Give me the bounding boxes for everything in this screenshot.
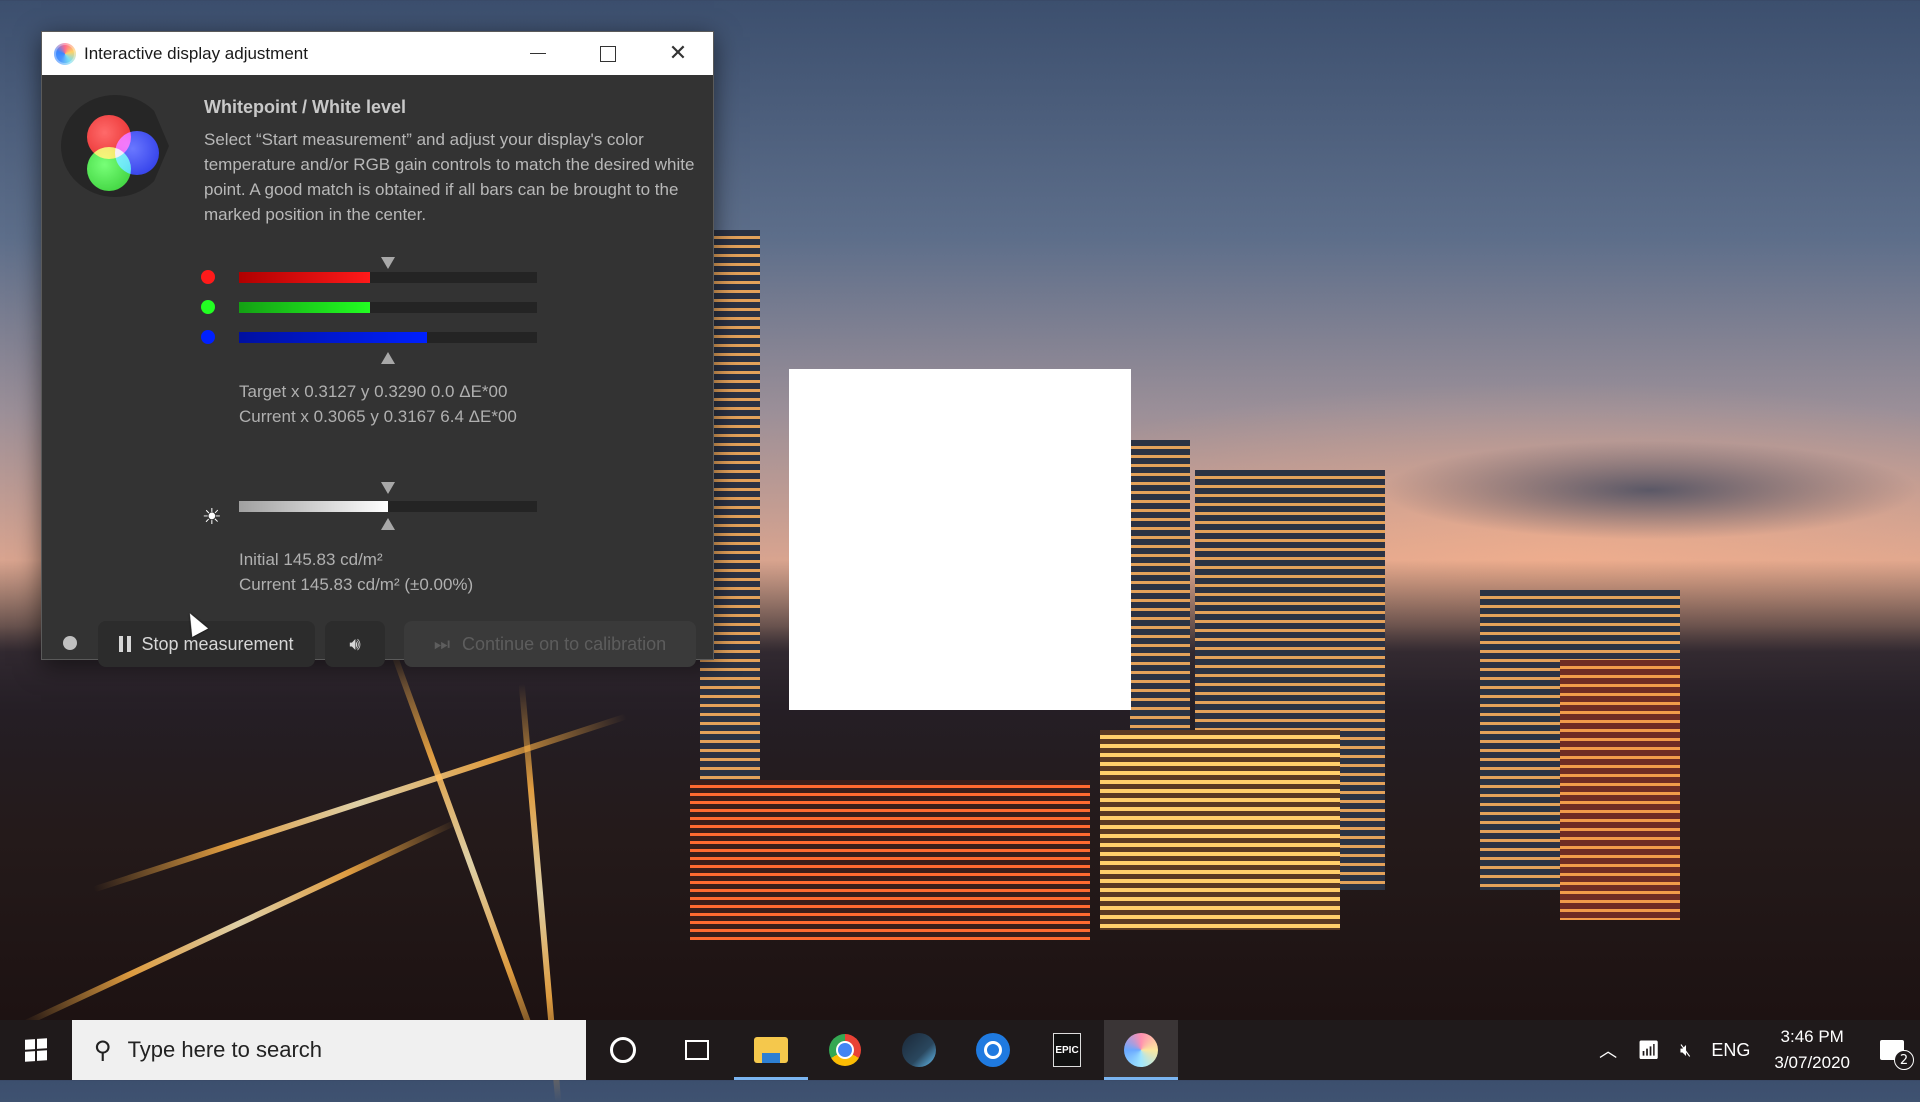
- file-explorer-icon: [754, 1037, 788, 1063]
- epic-games-icon: EPIC: [1053, 1033, 1081, 1067]
- brightness-icon: ☀: [202, 505, 222, 530]
- measurement-white-patch: [789, 369, 1131, 710]
- luminance-target-marker-bottom: [381, 518, 395, 530]
- clock-date: 3/07/2020: [1774, 1053, 1850, 1072]
- search-placeholder: Type here to search: [127, 1037, 323, 1062]
- minimize-button[interactable]: [503, 32, 573, 75]
- luminance-bar: [239, 501, 537, 512]
- uplay-icon: [976, 1033, 1010, 1067]
- maximize-button[interactable]: [573, 32, 643, 75]
- rgb-target-marker-top: [381, 257, 395, 269]
- search-icon: ⚲: [94, 1036, 112, 1064]
- clock[interactable]: 3:46 PM 3/07/2020: [1760, 1024, 1864, 1076]
- action-center-button[interactable]: 2: [1864, 1020, 1920, 1080]
- luminance-bar-fill: [239, 501, 388, 512]
- task-view-icon: [685, 1040, 709, 1060]
- wallpaper-cloud: [1380, 440, 1920, 540]
- green-channel-bar: [239, 302, 537, 313]
- wallpaper-building: [1100, 730, 1340, 930]
- current-luminance: Current 145.83 cd/m² (±0.00%): [239, 575, 474, 594]
- wifi-icon[interactable]: 📶︎: [1627, 1040, 1670, 1061]
- red-bar-fill: [239, 272, 371, 283]
- taskbar-epic-games[interactable]: EPIC: [1030, 1020, 1104, 1080]
- target-chromaticity: Target x 0.3127 y 0.3290 0.0 ΔE*00: [239, 382, 508, 401]
- current-chromaticity: Current x 0.3065 y 0.3167 6.4 ΔE*00: [239, 407, 517, 426]
- action-bar: Stop measurement 🔊︎ ⏭︎ Continue on to ca…: [42, 613, 713, 673]
- close-button[interactable]: ✕: [643, 32, 713, 75]
- continue-to-calibration-button[interactable]: ⏭︎ Continue on to calibration: [404, 621, 696, 667]
- chrome-icon: [829, 1034, 861, 1066]
- rgb-target-marker-bottom: [381, 352, 395, 364]
- clock-time: 3:46 PM: [1780, 1027, 1844, 1046]
- cortana-button[interactable]: [586, 1020, 660, 1080]
- luminance-target-marker-top: [381, 482, 395, 494]
- instructions-text: Select “Start measurement” and adjust yo…: [204, 130, 695, 224]
- taskbar-search-box[interactable]: ⚲ Type here to search: [72, 1020, 586, 1080]
- green-bar-fill: [239, 302, 371, 313]
- title-bar[interactable]: Interactive display adjustment ✕: [42, 32, 713, 75]
- taskbar-file-explorer[interactable]: [734, 1020, 808, 1080]
- wallpaper-building: [690, 780, 1090, 940]
- taskbar: ⚲ Type here to search EPIC ︿ 📶︎ 🔇︎ ENG 3…: [0, 1020, 1920, 1080]
- windows-logo-icon: [25, 1038, 47, 1062]
- sound-toggle-button[interactable]: 🔊︎: [325, 621, 385, 667]
- stop-measurement-label: Stop measurement: [141, 633, 294, 654]
- show-hidden-icons-chevron-icon[interactable]: ︿: [1589, 1037, 1627, 1063]
- task-view-button[interactable]: [660, 1020, 734, 1080]
- volume-muted-icon[interactable]: 🔇︎: [1670, 1040, 1701, 1061]
- continue-label: Continue on to calibration: [462, 633, 667, 654]
- displaycal-icon: [1124, 1033, 1158, 1067]
- displaycal-app-icon: [54, 42, 76, 65]
- green-channel-dot: [201, 300, 215, 314]
- blue-channel-bar: [239, 332, 537, 343]
- maximize-icon: [600, 45, 616, 62]
- start-button[interactable]: [0, 1020, 72, 1080]
- interactive-display-adjustment-window: Interactive display adjustment ✕ Whitepo…: [41, 31, 714, 667]
- speaker-icon: 🔊︎: [349, 633, 361, 654]
- initial-luminance: Initial 145.83 cd/m²: [239, 550, 383, 569]
- taskbar-displaycal[interactable]: [1104, 1020, 1178, 1080]
- cortana-icon: [610, 1037, 636, 1063]
- minimize-icon: [530, 53, 546, 54]
- red-channel-dot: [201, 270, 215, 284]
- pause-icon: [119, 636, 132, 652]
- system-tray: ︿ 📶︎ 🔇︎ ENG 3:46 PM 3/07/2020 2: [1589, 1020, 1920, 1080]
- measurement-status-indicator: [63, 636, 77, 650]
- taskbar-chrome[interactable]: [808, 1020, 882, 1080]
- taskbar-steam[interactable]: [882, 1020, 956, 1080]
- rgb-circles-icon: [59, 91, 189, 201]
- section-heading: Whitepoint / White level: [204, 97, 406, 117]
- blue-bar-fill: [239, 332, 427, 343]
- window-title: Interactive display adjustment: [84, 43, 308, 63]
- language-indicator[interactable]: ENG: [1701, 1040, 1760, 1061]
- steam-icon: [902, 1033, 936, 1067]
- notification-count-badge: 2: [1894, 1050, 1914, 1070]
- red-channel-bar: [239, 272, 537, 283]
- taskbar-uplay[interactable]: [956, 1020, 1030, 1080]
- wallpaper-building: [1560, 660, 1680, 920]
- close-icon: ✕: [668, 40, 688, 66]
- skip-forward-icon: ⏭︎: [433, 633, 451, 654]
- wallpaper-light-trail: [21, 818, 459, 1028]
- window-content: Whitepoint / White level Select “Start m…: [42, 75, 713, 667]
- blue-channel-dot: [201, 330, 215, 344]
